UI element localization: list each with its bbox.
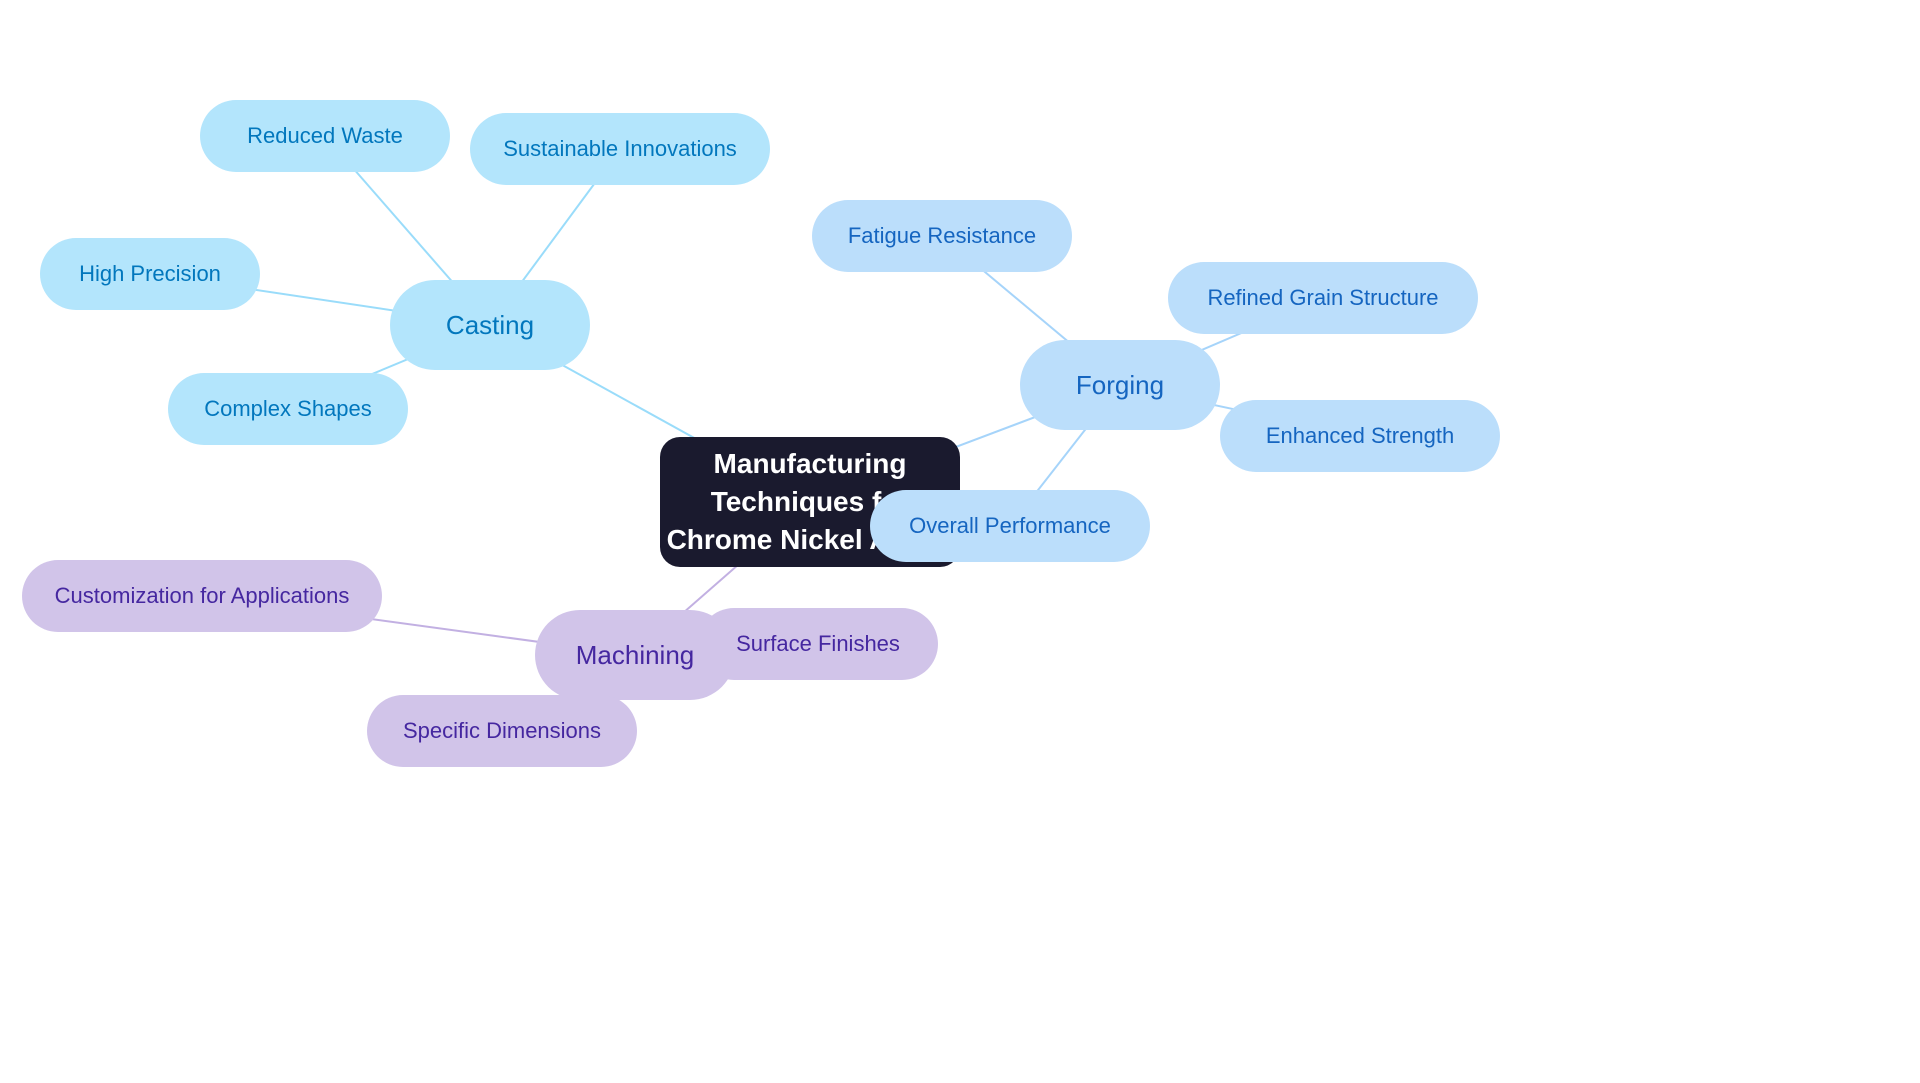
specific-dimensions-node[interactable]: Specific Dimensions <box>367 695 637 767</box>
refined-grain-node[interactable]: Refined Grain Structure <box>1168 262 1478 334</box>
specific-dimensions-label: Specific Dimensions <box>403 718 601 744</box>
surface-finishes-label: Surface Finishes <box>736 631 900 657</box>
complex-shapes-node[interactable]: Complex Shapes <box>168 373 408 445</box>
customization-label: Customization for Applications <box>55 583 350 609</box>
overall-performance-node[interactable]: Overall Performance <box>870 490 1150 562</box>
sustainable-label: Sustainable Innovations <box>503 136 737 162</box>
enhanced-strength-node[interactable]: Enhanced Strength <box>1220 400 1500 472</box>
fatigue-resistance-label: Fatigue Resistance <box>848 223 1036 249</box>
customization-node[interactable]: Customization for Applications <box>22 560 382 632</box>
forging-node[interactable]: Forging <box>1020 340 1220 430</box>
casting-node[interactable]: Casting <box>390 280 590 370</box>
enhanced-strength-label: Enhanced Strength <box>1266 423 1454 449</box>
reduced-waste-node[interactable]: Reduced Waste <box>200 100 450 172</box>
forging-label: Forging <box>1076 370 1164 401</box>
machining-label: Machining <box>576 640 695 671</box>
fatigue-resistance-node[interactable]: Fatigue Resistance <box>812 200 1072 272</box>
refined-grain-label: Refined Grain Structure <box>1207 285 1438 311</box>
complex-shapes-label: Complex Shapes <box>204 396 372 422</box>
high-precision-node[interactable]: High Precision <box>40 238 260 310</box>
sustainable-innovations-node[interactable]: Sustainable Innovations <box>470 113 770 185</box>
overall-performance-label: Overall Performance <box>909 513 1111 539</box>
surface-finishes-node[interactable]: Surface Finishes <box>698 608 938 680</box>
high-precision-label: High Precision <box>79 261 221 287</box>
reduced-waste-label: Reduced Waste <box>247 123 403 149</box>
casting-label: Casting <box>446 310 534 341</box>
